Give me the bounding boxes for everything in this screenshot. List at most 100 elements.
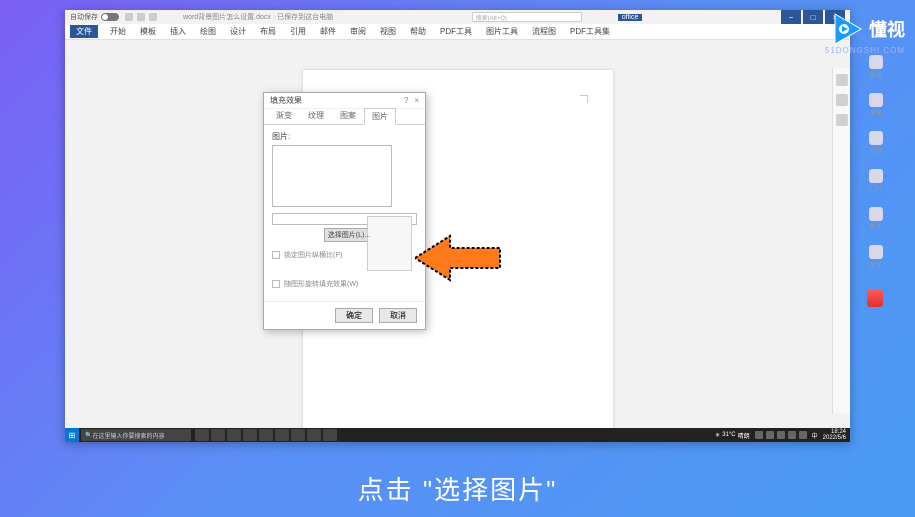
app-icon[interactable] (307, 429, 321, 441)
tray-icon[interactable] (766, 431, 774, 439)
toggle-icon[interactable] (101, 13, 119, 21)
network-icon[interactable] (788, 431, 796, 439)
quick-access-toolbar[interactable] (125, 13, 157, 21)
tab-pictool[interactable]: 图片工具 (484, 26, 520, 37)
float-item[interactable]: 新手 (867, 207, 885, 231)
windows-taskbar: ⊞ 🔍 在这里输入你要搜索的内容 ☀ 31°C 晴朗 (65, 428, 850, 442)
sample-preview (367, 216, 412, 271)
tab-help[interactable]: 帮助 (408, 26, 428, 37)
tab-flow[interactable]: 流程图 (530, 26, 558, 37)
weather-temp: 31°C (722, 432, 735, 438)
picture-label: 图片: (272, 131, 417, 142)
rotate-fill-row[interactable]: 随图形旋转填充效果(W) (272, 279, 417, 289)
tray-icon[interactable] (777, 431, 785, 439)
tab-template[interactable]: 模板 (138, 26, 158, 37)
fill-effects-dialog: 填充效果 ? × 渐变 纹理 图案 图片 图片: 选择图片(L)... 锁定 (263, 92, 426, 330)
dialog-tab-pattern[interactable]: 图案 (332, 107, 364, 124)
float-item[interactable]: 门户 (867, 169, 885, 193)
annotation-arrow-icon (415, 231, 505, 286)
watermark-brand: 懂视 (869, 16, 905, 42)
float-item[interactable]: 注释 (867, 131, 885, 155)
start-button[interactable]: ⊞ (65, 428, 79, 442)
app-icon[interactable] (291, 429, 305, 441)
app-icon[interactable] (259, 429, 273, 441)
dialog-help-icon[interactable]: ? (404, 96, 408, 105)
save-icon[interactable] (125, 13, 133, 21)
cancel-button[interactable]: 取消 (379, 308, 417, 323)
explorer-icon[interactable] (211, 429, 225, 441)
dialog-tab-gradient[interactable]: 渐变 (268, 107, 300, 124)
clock-date: 2022/5/6 (823, 435, 846, 441)
newbie-icon (869, 207, 883, 221)
document-canvas[interactable]: 填充效果 ? × 渐变 纹理 图案 图片 图片: 选择图片(L)... 锁定 (65, 40, 850, 428)
watermark-logo: 懂视 51DONGSHI.COM (831, 12, 905, 46)
office-label: office (618, 14, 643, 21)
search-icon: 🔍 (85, 432, 92, 439)
autosave-label: 自动保存 (70, 12, 98, 22)
sidepanel-icon[interactable] (836, 74, 848, 86)
dialog-footer: 确定 取消 (264, 301, 425, 329)
search-input[interactable]: 搜索(Alt+Q) (472, 12, 582, 22)
checkbox-icon[interactable] (272, 251, 280, 259)
dialog-tab-texture[interactable]: 纹理 (300, 107, 332, 124)
ime-indicator[interactable]: 中 (812, 431, 818, 440)
dialog-title: 填充效果 (270, 95, 302, 106)
dialog-close-icon[interactable]: × (414, 96, 419, 105)
float-item[interactable]: 分享 (867, 93, 885, 117)
tab-design[interactable]: 设计 (228, 26, 248, 37)
tab-mailings[interactable]: 邮件 (318, 26, 338, 37)
redo-icon[interactable] (149, 13, 157, 21)
tab-view[interactable]: 视图 (378, 26, 398, 37)
app-icon[interactable] (275, 429, 289, 441)
tray-icon[interactable] (755, 431, 763, 439)
tab-insert[interactable]: 插入 (168, 26, 188, 37)
portal-icon (869, 169, 883, 183)
taskbar-search-input[interactable]: 🔍 在这里输入你要搜索的内容 (81, 429, 191, 441)
float-item[interactable]: 更多 (867, 245, 885, 269)
tab-pdfset[interactable]: PDF工具集 (568, 26, 612, 37)
document-title: word背景图片怎么设置.docx · 已保存到这台电脑 (183, 12, 333, 22)
tab-references[interactable]: 引用 (288, 26, 308, 37)
select-picture-button[interactable]: 选择图片(L)... (324, 228, 374, 242)
weather-cond: 晴朗 (738, 431, 750, 440)
tab-pdftool[interactable]: PDF工具 (438, 26, 474, 37)
dialog-tabs: 渐变 纹理 图案 图片 (264, 109, 425, 125)
autosave-toggle[interactable]: 自动保存 (70, 12, 119, 22)
tab-file[interactable]: 文件 (70, 25, 98, 38)
tab-layout[interactable]: 布局 (258, 26, 278, 37)
sidepanel-icon[interactable] (836, 114, 848, 126)
tab-home[interactable]: 开始 (108, 26, 128, 37)
lock-aspect-label: 锁定图片纵横比(P) (284, 250, 342, 260)
edge-icon[interactable] (227, 429, 241, 441)
dialog-tab-picture[interactable]: 图片 (364, 108, 396, 125)
minimize-button[interactable]: − (781, 10, 801, 24)
tab-draw[interactable]: 绘图 (198, 26, 218, 37)
wechat-icon (869, 55, 883, 69)
rotate-fill-label: 随图形旋转填充效果(W) (284, 279, 358, 289)
sidepanel-icon[interactable] (836, 94, 848, 106)
maximize-button[interactable]: □ (803, 10, 823, 24)
checkbox-icon[interactable] (272, 280, 280, 288)
dialog-body: 图片: 选择图片(L)... 锁定图片纵横比(P) 随图形旋转填充效果(W) (264, 125, 425, 301)
taskview-icon[interactable] (195, 429, 209, 441)
note-icon (869, 131, 883, 145)
red-packet-icon[interactable] (867, 289, 883, 307)
float-item[interactable]: 微信 (867, 55, 885, 79)
weather-widget[interactable]: ☀ 31°C 晴朗 (715, 431, 750, 440)
tab-review[interactable]: 审阅 (348, 26, 368, 37)
tutorial-caption: 点击 "选择图片" (0, 470, 915, 507)
app-icon[interactable] (243, 429, 257, 441)
word-app-icon[interactable] (323, 429, 337, 441)
share-icon (869, 93, 883, 107)
word-window: 自动保存 word背景图片怎么设置.docx · 已保存到这台电脑 搜索(Alt… (65, 10, 850, 442)
ribbon-tabs: 文件 开始 模板 插入 绘图 设计 布局 引用 邮件 审阅 视图 帮助 PDF工… (65, 24, 850, 40)
watermark-url: 51DONGSHI.COM (825, 46, 905, 55)
volume-icon[interactable] (799, 431, 807, 439)
taskbar-clock[interactable]: 18:24 2022/5/6 (823, 429, 846, 441)
ok-button[interactable]: 确定 (335, 308, 373, 323)
play-icon (831, 12, 865, 46)
taskbar-apps (195, 429, 337, 441)
right-side-panel (832, 68, 850, 414)
undo-icon[interactable] (137, 13, 145, 21)
system-tray: ☀ 31°C 晴朗 中 18:24 2022/5/6 (715, 429, 850, 441)
